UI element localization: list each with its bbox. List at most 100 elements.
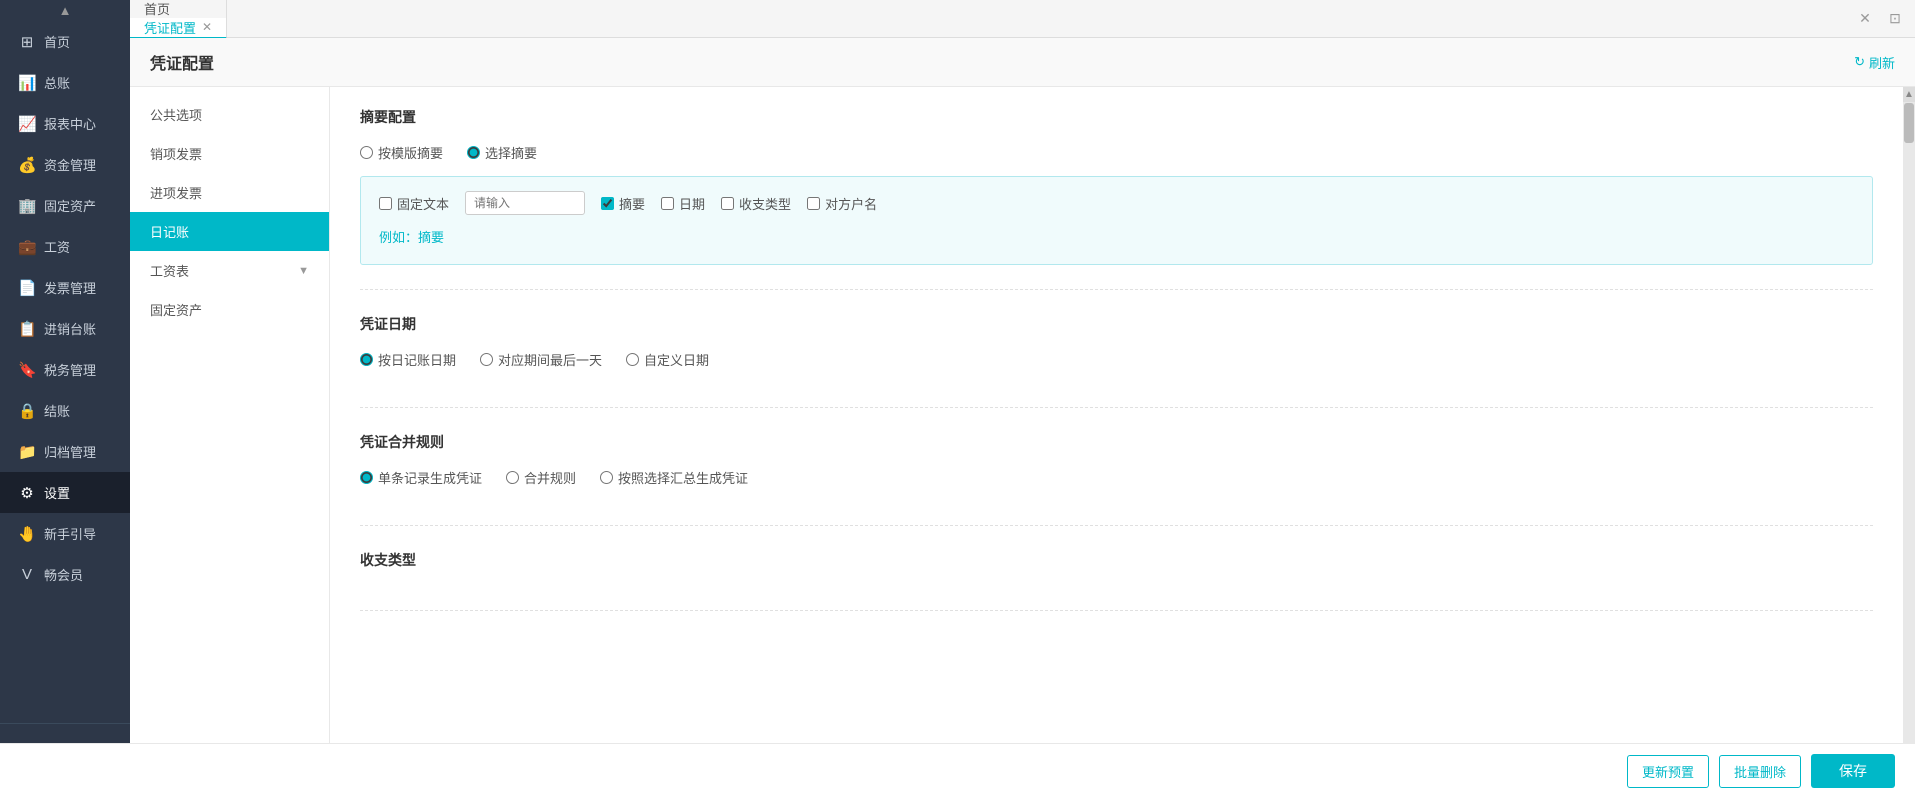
date-opt-period-last-label: 对应期间最后一天 (498, 350, 602, 369)
sidebar-label-home: 首页 (44, 32, 70, 51)
main-area: 首页凭证配置 ✕ ✕ ⊡ 凭证配置 ↻ 刷新 公共选项销项发票进项发票日记账工资表… (130, 0, 1915, 798)
bottom-action-bar: 更新预置 批量删除 保存 (130, 743, 1915, 798)
sidebar-item-guide[interactable]: 🤚新手引导 (0, 513, 130, 554)
left-nav-label-sales-invoice: 销项发票 (150, 144, 202, 163)
tab-home[interactable]: 首页 (130, 0, 227, 18)
sidebar-item-purchase-sales[interactable]: 📋 进销台账 (0, 308, 130, 349)
expand-window-btn[interactable]: ⊡ (1883, 7, 1907, 31)
sidebar-scroll-up[interactable]: ▲ (0, 0, 130, 21)
merge-opt-select-label: 按照选择汇总生成凭证 (618, 468, 748, 487)
merge-opt-single[interactable]: 单条记录生成凭证 (360, 468, 482, 487)
tax-icon: 🔖 (18, 361, 36, 379)
left-nav-fixed-assets[interactable]: 固定资产 (130, 290, 329, 329)
guide-icon: 🤚 (18, 525, 36, 543)
tab-bar: 首页凭证配置 ✕ ✕ ⊡ (130, 0, 1915, 38)
left-nav-payroll-table[interactable]: 工资表 ▼ (130, 251, 329, 290)
summary-mode-select-label: 选择摘要 (485, 143, 537, 162)
reports-icon: 📈 (18, 115, 36, 133)
refresh-icon: ↻ (1854, 54, 1865, 70)
vip-icon: V (18, 566, 36, 583)
date-opt-custom-label: 自定义日期 (644, 350, 709, 369)
left-nav-label-public: 公共选项 (150, 105, 202, 124)
refresh-button[interactable]: ↻ 刷新 (1854, 53, 1895, 72)
sidebar-item-ledger[interactable]: 📊总账 (0, 62, 130, 103)
left-nav-journal[interactable]: 日记账 (130, 212, 329, 251)
sidebar-item-tax[interactable]: 🔖税务管理 (0, 349, 130, 390)
merge-opt-select[interactable]: 按照选择汇总生成凭证 (600, 468, 748, 487)
close-window-btn[interactable]: ✕ (1853, 7, 1877, 31)
summary-config-box: 固定文本 摘要 日期 收支类型 (360, 176, 1873, 265)
merge-opt-rule[interactable]: 合并规则 (506, 468, 576, 487)
tab-label-home: 首页 (144, 0, 170, 18)
cb-date-label: 日期 (679, 194, 705, 213)
scroll-thumb[interactable] (1904, 103, 1914, 143)
home-icon: ⊞ (18, 33, 36, 51)
section-income-title: 收支类型 (360, 550, 1873, 570)
save-button[interactable]: 保存 (1811, 754, 1895, 788)
section-summary-title: 摘要配置 (360, 107, 1873, 127)
sidebar-label-archive: 归档管理 (44, 442, 96, 461)
funds-icon: 💰 (18, 156, 36, 174)
date-opt-journal[interactable]: 按日记账日期 (360, 350, 456, 369)
left-nav-label-journal: 日记账 (150, 222, 189, 241)
tab-close-voucher-config[interactable]: ✕ (202, 20, 212, 34)
left-nav-public[interactable]: 公共选项 (130, 95, 329, 134)
scroll-up-arrow[interactable]: ▲ (1903, 87, 1915, 102)
left-nav-label-payroll-table: 工资表 (150, 261, 189, 280)
left-nav-label-fixed-assets: 固定资产 (150, 300, 202, 319)
sidebar-item-reports[interactable]: 📈 报表中心 (0, 103, 130, 144)
date-opt-custom[interactable]: 自定义日期 (626, 350, 709, 369)
batch-delete-button[interactable]: 批量删除 (1719, 755, 1801, 788)
cb-fixed-text[interactable]: 固定文本 (379, 194, 449, 213)
sidebar-label-invoice-mgmt: 发票管理 (44, 278, 96, 297)
sidebar-item-archive[interactable]: 📁归档管理 (0, 431, 130, 472)
sidebar-item-assets[interactable]: 🏢固定资产 (0, 185, 130, 226)
cb-summary-label: 摘要 (619, 194, 645, 213)
left-nav-sales-invoice[interactable]: 销项发票 (130, 134, 329, 173)
left-nav-purchase-invoice[interactable]: 进项发票 (130, 173, 329, 212)
sidebar-label-reports: 报表中心 (44, 114, 96, 133)
content-area: 公共选项销项发票进项发票日记账工资表 ▼ 固定资产 摘要配置 按模版摘要 选择摘要 (130, 87, 1915, 798)
merge-opt-rule-label: 合并规则 (524, 468, 576, 487)
cb-income-type[interactable]: 收支类型 (721, 194, 791, 213)
page-header: 凭证配置 ↻ 刷新 (130, 38, 1915, 87)
sidebar-item-invoice-mgmt[interactable]: 📄发票管理 (0, 267, 130, 308)
summary-options: 固定文本 摘要 日期 收支类型 (379, 191, 1854, 215)
summary-example-text: 例如：摘要 (379, 230, 444, 245)
tab-voucher-config[interactable]: 凭证配置 ✕ (130, 18, 227, 39)
right-content: 摘要配置 按模版摘要 选择摘要 固定文本 (330, 87, 1903, 798)
summary-mode-template-label: 按模版摘要 (378, 143, 443, 162)
sidebar-item-settings[interactable]: ⚙设置 (0, 472, 130, 513)
sidebar-item-close[interactable]: 🔒结账 (0, 390, 130, 431)
merge-option-group: 单条记录生成凭证 合并规则 按照选择汇总生成凭证 (360, 468, 1873, 487)
fixed-text-input[interactable] (465, 191, 585, 215)
section-summary: 摘要配置 按模版摘要 选择摘要 固定文本 (360, 107, 1873, 290)
left-nav-label-purchase-invoice: 进项发票 (150, 183, 202, 202)
tab-label-voucher-config: 凭证配置 (144, 18, 196, 37)
merge-opt-single-label: 单条记录生成凭证 (378, 468, 482, 487)
outer-scrollbar[interactable]: ▲ ▼ (1903, 87, 1915, 798)
ledger-icon: 📊 (18, 74, 36, 92)
purchase-sales-icon: 📋 (18, 320, 36, 338)
close-icon: 🔒 (18, 402, 36, 420)
sidebar-label-funds: 资金管理 (44, 155, 96, 174)
cb-income-type-label: 收支类型 (739, 194, 791, 213)
sidebar-label-purchase-sales: 进销台账 (44, 319, 96, 338)
cb-summary[interactable]: 摘要 (601, 194, 645, 213)
summary-mode-select[interactable]: 选择摘要 (467, 143, 537, 162)
section-income-type: 收支类型 (360, 550, 1873, 611)
update-preset-button[interactable]: 更新预置 (1627, 755, 1709, 788)
date-opt-period-last[interactable]: 对应期间最后一天 (480, 350, 602, 369)
sidebar-item-funds[interactable]: 💰 资金管理 (0, 144, 130, 185)
sidebar-item-home[interactable]: ⊞ 首页 (0, 21, 130, 62)
cb-counterpart-label: 对方户名 (825, 194, 877, 213)
section-merge-title: 凭证合并规则 (360, 432, 1873, 452)
summary-mode-template[interactable]: 按模版摘要 (360, 143, 443, 162)
summary-mode-group: 按模版摘要 选择摘要 (360, 143, 1873, 162)
section-merge: 凭证合并规则 单条记录生成凭证 合并规则 按照选择汇总生成凭证 (360, 432, 1873, 526)
left-nav-arrow-payroll-table: ▼ (298, 265, 309, 277)
cb-date[interactable]: 日期 (661, 194, 705, 213)
sidebar-item-payroll[interactable]: 💼工资 (0, 226, 130, 267)
cb-counterpart[interactable]: 对方户名 (807, 194, 877, 213)
sidebar-item-vip[interactable]: V畅会员 (0, 554, 130, 595)
